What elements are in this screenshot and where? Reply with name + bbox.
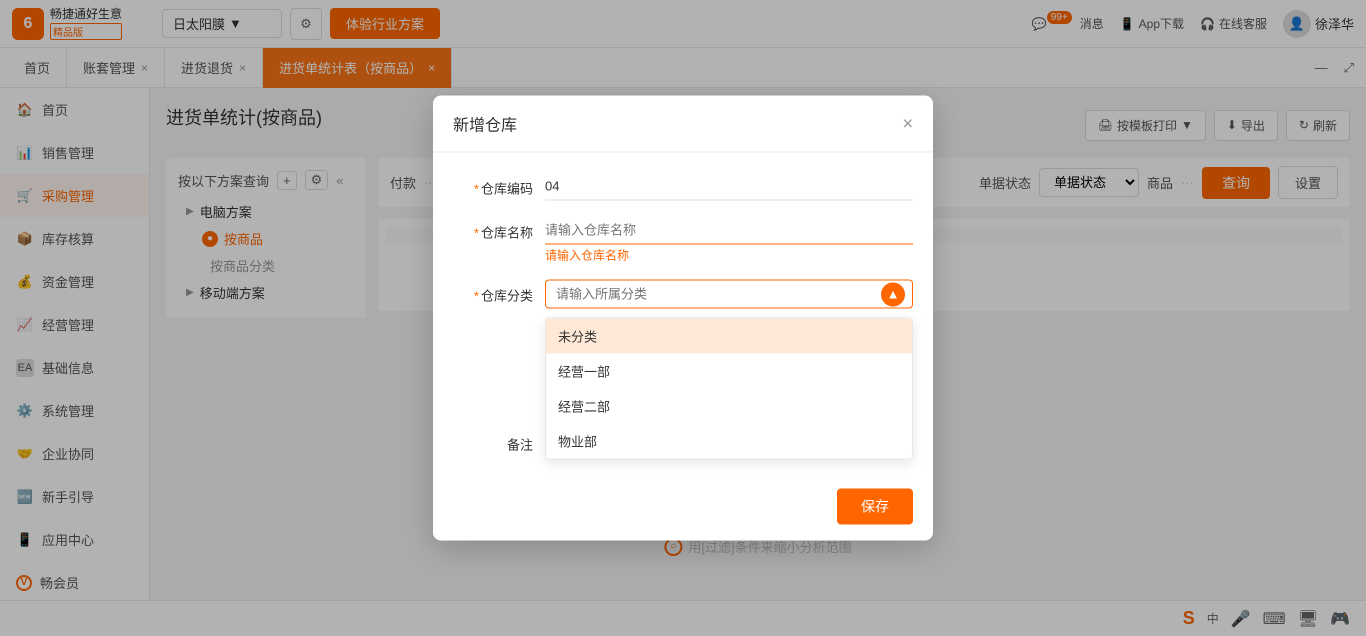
dropdown-wrap: ▲ xyxy=(545,280,913,309)
category-input[interactable] xyxy=(545,280,913,309)
name-error-msg: 请输入仓库名称 xyxy=(545,247,913,264)
category-label: 仓库分类 xyxy=(453,280,533,305)
name-label: 仓库名称 xyxy=(453,217,533,242)
dropdown-item-dept3[interactable]: 物业部 xyxy=(546,424,912,459)
modal-footer: 保存 xyxy=(433,473,933,541)
name-control: 请输入仓库名称 xyxy=(545,217,913,264)
category-dropdown-list: 未分类 经营一部 经营二部 物业部 xyxy=(545,318,913,460)
new-warehouse-modal: 新增仓库 × 仓库编码 仓库名称 请输入仓库名称 仓库分类 ▲ xyxy=(433,96,933,541)
category-control: ▲ 未分类 经营一部 经营二部 物业部 xyxy=(545,280,913,309)
form-row-code: 仓库编码 xyxy=(453,173,913,201)
save-button[interactable]: 保存 xyxy=(837,489,913,525)
code-control xyxy=(545,173,913,201)
dropdown-item-dept1[interactable]: 经营一部 xyxy=(546,354,912,389)
dropdown-item-dept2[interactable]: 经营二部 xyxy=(546,389,912,424)
form-row-name: 仓库名称 请输入仓库名称 xyxy=(453,217,913,264)
code-label: 仓库编码 xyxy=(453,173,533,198)
dropdown-item-uncategorized[interactable]: 未分类 xyxy=(546,319,912,354)
modal-header: 新增仓库 × xyxy=(433,96,933,153)
form-row-category: 仓库分类 ▲ 未分类 经营一部 经营二部 物业部 xyxy=(453,280,913,309)
modal-close-button[interactable]: × xyxy=(902,113,913,134)
name-input[interactable] xyxy=(545,217,913,245)
code-input[interactable] xyxy=(545,173,913,201)
modal-title: 新增仓库 xyxy=(453,112,517,136)
modal-body: 仓库编码 仓库名称 请输入仓库名称 仓库分类 ▲ 未分类 xyxy=(433,153,933,457)
dropdown-arrow-button[interactable]: ▲ xyxy=(881,282,905,306)
note-label: 备注 xyxy=(453,429,533,454)
